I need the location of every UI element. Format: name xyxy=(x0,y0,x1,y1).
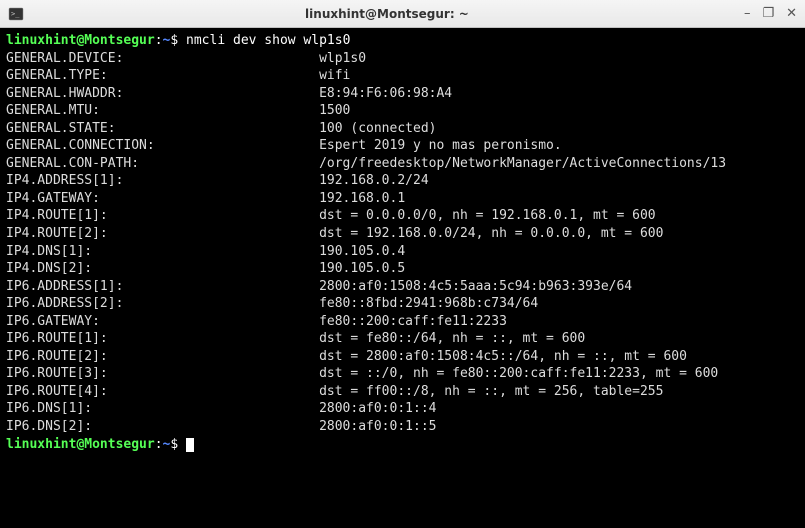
minimize-button[interactable]: – xyxy=(744,7,751,20)
output-row: IP6.ADDRESS[1]: 2800:af0:1508:4c5:5aaa:5… xyxy=(6,278,799,296)
cursor xyxy=(186,438,194,452)
prompt-dollar: $ xyxy=(170,437,186,452)
prompt-user-host: linuxhint@Montsegur xyxy=(6,33,155,48)
output-row: IP6.ROUTE[3]: dst = ::/0, nh = fe80::200… xyxy=(6,365,799,383)
output-row: GENERAL.DEVICE: wlp1s0 xyxy=(6,50,799,68)
shell-prompt: linuxhint@Montsegur:~$ xyxy=(6,437,186,452)
output-row: IP6.GATEWAY: fe80::200:caff:fe11:2233 xyxy=(6,313,799,331)
maximize-button[interactable]: ❐ xyxy=(762,7,774,20)
output-row: GENERAL.CON-PATH: /org/freedesktop/Netwo… xyxy=(6,155,799,173)
prompt-user-host: linuxhint@Montsegur xyxy=(6,437,155,452)
output-row: IP4.ROUTE[1]: dst = 0.0.0.0/0, nh = 192.… xyxy=(6,207,799,225)
terminal-icon: >_ xyxy=(8,6,24,22)
output-row: IP6.ROUTE[4]: dst = ff00::/8, nh = ::, m… xyxy=(6,383,799,401)
prompt-dollar: $ xyxy=(170,33,186,48)
shell-prompt: linuxhint@Montsegur:~$ xyxy=(6,33,186,48)
output-row: GENERAL.STATE: 100 (connected) xyxy=(6,120,799,138)
window-titlebar: >_ linuxhint@Montsegur: ~ – ❐ ✕ xyxy=(0,0,805,28)
output-row: GENERAL.HWADDR: E8:94:F6:06:98:A4 xyxy=(6,85,799,103)
output-row: GENERAL.CONNECTION: Espert 2019 y no mas… xyxy=(6,137,799,155)
output-row: IP4.ADDRESS[1]: 192.168.0.2/24 xyxy=(6,172,799,190)
output-row: IP4.ROUTE[2]: dst = 192.168.0.0/24, nh =… xyxy=(6,225,799,243)
output-row: IP6.ADDRESS[2]: fe80::8fbd:2941:968b:c73… xyxy=(6,295,799,313)
output-row: IP6.ROUTE[1]: dst = fe80::/64, nh = ::, … xyxy=(6,330,799,348)
output-row: GENERAL.TYPE: wifi xyxy=(6,67,799,85)
output-row: IP4.GATEWAY: 192.168.0.1 xyxy=(6,190,799,208)
output-row: IP6.DNS[1]: 2800:af0:0:1::4 xyxy=(6,400,799,418)
output-row: IP6.ROUTE[2]: dst = 2800:af0:1508:4c5::/… xyxy=(6,348,799,366)
output-row: GENERAL.MTU: 1500 xyxy=(6,102,799,120)
window-title: linuxhint@Montsegur: ~ xyxy=(30,7,744,21)
terminal-area[interactable]: linuxhint@Montsegur:~$ nmcli dev show wl… xyxy=(0,28,805,528)
output-row: IP6.DNS[2]: 2800:af0:0:1::5 xyxy=(6,418,799,436)
svg-text:>_: >_ xyxy=(11,10,20,18)
command-text: nmcli dev show wlp1s0 xyxy=(186,33,350,48)
close-button[interactable]: ✕ xyxy=(786,7,797,20)
output-row: IP4.DNS[1]: 190.105.0.4 xyxy=(6,243,799,261)
output-row: IP4.DNS[2]: 190.105.0.5 xyxy=(6,260,799,278)
